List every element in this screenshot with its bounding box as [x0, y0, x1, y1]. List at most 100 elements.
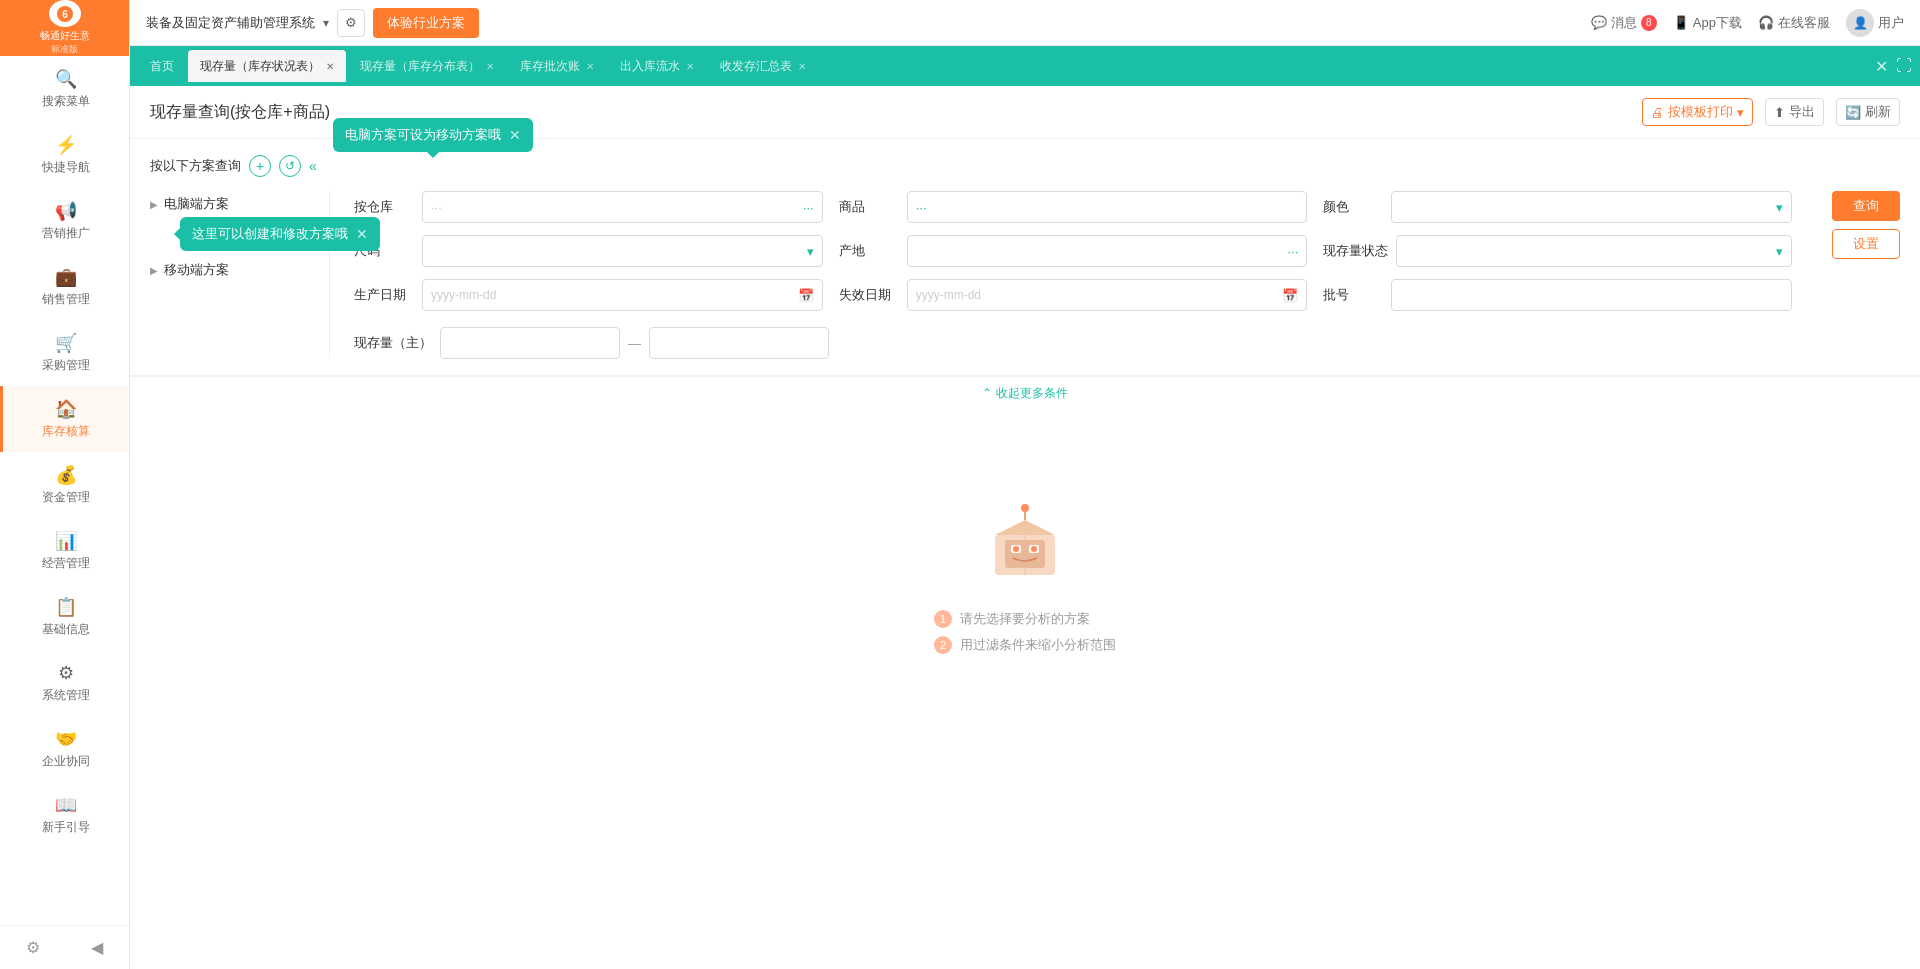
sidebar: 6 畅通好生意 标准版 🔍 搜索菜单 ⚡ 快捷导航 📢 营销推广 💼 销售管理 …	[0, 0, 130, 969]
sidebar-item-inventory-label: 库存核算	[42, 423, 90, 440]
filter-expire-date: 失效日期 yyyy-mm-dd 📅	[839, 279, 1308, 311]
tab-stock-status-label: 现存量（库存状况表）	[200, 58, 320, 75]
filter-product-select[interactable]: ···	[907, 191, 1308, 223]
refresh-btn[interactable]: 🔄 刷新	[1836, 98, 1900, 126]
sidebar-item-sales[interactable]: 💼 销售管理	[0, 254, 129, 320]
sidebar-item-enterprise[interactable]: 🤝 企业协同	[0, 716, 129, 782]
produce-date-placeholder: yyyy-mm-dd	[431, 288, 496, 302]
tab-stock-dist-close[interactable]: ✕	[486, 61, 494, 72]
collapse-bar[interactable]: ⌃ 收起更多条件	[130, 376, 1920, 410]
sidebar-item-guide-label: 新手引导	[42, 819, 90, 836]
filter-color: 颜色 ▾	[1323, 191, 1792, 223]
sidebar-item-search[interactable]: 🔍 搜索菜单	[0, 56, 129, 122]
svg-point-10	[1021, 504, 1029, 512]
calendar-icon-2: 📅	[1282, 288, 1298, 303]
app-download-btn[interactable]: 📱 App下载	[1673, 14, 1742, 32]
user-area[interactable]: 👤 用户	[1846, 9, 1904, 37]
filter-batch-label: 批号	[1323, 286, 1383, 304]
sidebar-item-basic[interactable]: 📋 基础信息	[0, 584, 129, 650]
filter-section: 按以下方案查询 + ↺ « 电脑方案可设为移动方案哦 ✕	[130, 139, 1920, 376]
tip-item-1: 1 请先选择要分析的方案	[934, 606, 1116, 632]
collapse-label: 收起更多条件	[996, 386, 1068, 400]
tab-inout[interactable]: 出入库流水 ✕	[608, 50, 706, 82]
online-service-btn[interactable]: 🎧 在线客服	[1758, 14, 1830, 32]
filter-add-btn[interactable]: +	[249, 155, 271, 177]
tab-close-all-btn[interactable]: ✕	[1875, 57, 1888, 76]
svg-point-8	[1031, 546, 1037, 552]
header-left: 装备及固定资产辅助管理系统 ▾ ⚙ 体验行业方案	[146, 8, 479, 38]
sidebar-item-quicknav[interactable]: ⚡ 快捷导航	[0, 122, 129, 188]
filter-stock-max[interactable]	[649, 327, 829, 359]
tooltip-create: 这里可以创建和修改方案哦 ✕	[180, 217, 380, 251]
online-service-label: 在线客服	[1778, 14, 1830, 32]
collapse-btn[interactable]: ◀	[91, 938, 103, 957]
scheme-tree: ▶ 电脑端方案 这里可以创建和修改方案哦 ✕	[150, 191, 313, 283]
filter-batch-input[interactable]	[1391, 279, 1792, 311]
filter-produce-date: 生产日期 yyyy-mm-dd 📅	[354, 279, 823, 311]
collapse-icon: ⌃	[982, 386, 992, 400]
reset-button[interactable]: 设置	[1832, 229, 1900, 259]
empty-icon	[975, 490, 1075, 590]
export-btn[interactable]: ⬆ 导出	[1765, 98, 1824, 126]
industry-btn[interactable]: 体验行业方案	[373, 8, 479, 38]
tab-expand-btn[interactable]: ⛶	[1896, 57, 1912, 75]
sidebar-item-purchase[interactable]: 🛒 采购管理	[0, 320, 129, 386]
tooltip-scheme: 电脑方案可设为移动方案哦 ✕	[333, 118, 533, 152]
filter-stock-min[interactable]	[440, 327, 620, 359]
filter-header: 按以下方案查询 + ↺ « 电脑方案可设为移动方案哦 ✕	[150, 155, 1900, 177]
system-dropdown[interactable]: ▾	[323, 16, 329, 30]
filter-origin-select[interactable]: ···	[907, 235, 1308, 267]
scheme-item-mobile[interactable]: ▶ 移动端方案	[150, 257, 313, 283]
filter-warehouse-dots: ···	[431, 200, 442, 215]
sidebar-item-marketing-label: 营销推广	[42, 225, 90, 242]
tab-collect-close[interactable]: ✕	[798, 61, 806, 72]
search-button[interactable]: 查询	[1832, 191, 1900, 221]
tab-inout-close[interactable]: ✕	[686, 61, 694, 72]
sidebar-item-finance[interactable]: 💰 资金管理	[0, 452, 129, 518]
sidebar-item-finance-label: 资金管理	[42, 489, 90, 506]
tip-text-1: 请先选择要分析的方案	[960, 606, 1090, 632]
scheme-mobile-label: 移动端方案	[164, 261, 229, 279]
basic-icon: 📋	[55, 596, 77, 618]
tab-home-label: 首页	[150, 58, 174, 75]
tip-item-2: 2 用过滤条件来缩小分析范围	[934, 632, 1116, 658]
sidebar-item-guide[interactable]: 📖 新手引导	[0, 782, 129, 848]
expire-date-placeholder: yyyy-mm-dd	[916, 288, 981, 302]
filter-warehouse-select[interactable]: ··· ···	[422, 191, 823, 223]
tab-home[interactable]: 首页	[138, 50, 186, 82]
sidebar-item-system[interactable]: ⚙ 系统管理	[0, 650, 129, 716]
scheme-item-desktop[interactable]: ▶ 电脑端方案	[150, 191, 313, 217]
filter-refresh-btn[interactable]: ↺	[279, 155, 301, 177]
header-settings-btn[interactable]: ⚙	[337, 9, 365, 37]
tooltip-scheme-close[interactable]: ✕	[509, 127, 521, 143]
filter-stock-status-select[interactable]: ▾	[1396, 235, 1792, 267]
tooltip-create-text: 这里可以创建和修改方案哦	[192, 225, 348, 243]
tab-stock-dist-label: 现存量（库存分布表）	[360, 58, 480, 75]
tab-stock-status-close[interactable]: ✕	[326, 61, 334, 72]
message-btn[interactable]: 💬 消息 8	[1591, 14, 1657, 32]
content-area: 现存量查询(按仓库+商品) 🖨 按模板打印 ▾ ⬆ 导出 🔄 刷新	[130, 86, 1920, 969]
filter-back-btn[interactable]: «	[309, 158, 317, 174]
filter-expire-date-input[interactable]: yyyy-mm-dd 📅	[907, 279, 1308, 311]
filter-stock-status-label: 现存量状态	[1323, 242, 1388, 260]
print-btn[interactable]: 🖨 按模板打印 ▾	[1642, 98, 1753, 126]
sidebar-item-marketing[interactable]: 📢 营销推广	[0, 188, 129, 254]
tip-num-1: 1	[934, 610, 952, 628]
tab-collect[interactable]: 收发存汇总表 ✕	[708, 50, 818, 82]
tab-stock-dist[interactable]: 现存量（库存分布表） ✕	[348, 50, 506, 82]
settings-bottom-btn[interactable]: ⚙	[26, 938, 40, 957]
filter-color-select[interactable]: ▾	[1391, 191, 1792, 223]
sidebar-item-operations[interactable]: 📊 经营管理	[0, 518, 129, 584]
filter-produce-date-input[interactable]: yyyy-mm-dd 📅	[422, 279, 823, 311]
sales-icon: 💼	[55, 266, 77, 288]
sidebar-item-operations-label: 经营管理	[42, 555, 90, 572]
tab-batch-close[interactable]: ✕	[586, 61, 594, 72]
logo-icon: 6	[49, 0, 81, 27]
tooltip-create-close[interactable]: ✕	[356, 226, 368, 242]
tab-batch[interactable]: 库存批次账 ✕	[508, 50, 606, 82]
size-dropdown-icon: ▾	[807, 244, 814, 259]
filter-size-select[interactable]: ▾	[422, 235, 823, 267]
tab-stock-status[interactable]: 现存量（库存状况表） ✕	[188, 50, 346, 82]
sidebar-item-inventory[interactable]: 🏠 库存核算	[0, 386, 129, 452]
page-title: 现存量查询(按仓库+商品)	[150, 102, 330, 123]
